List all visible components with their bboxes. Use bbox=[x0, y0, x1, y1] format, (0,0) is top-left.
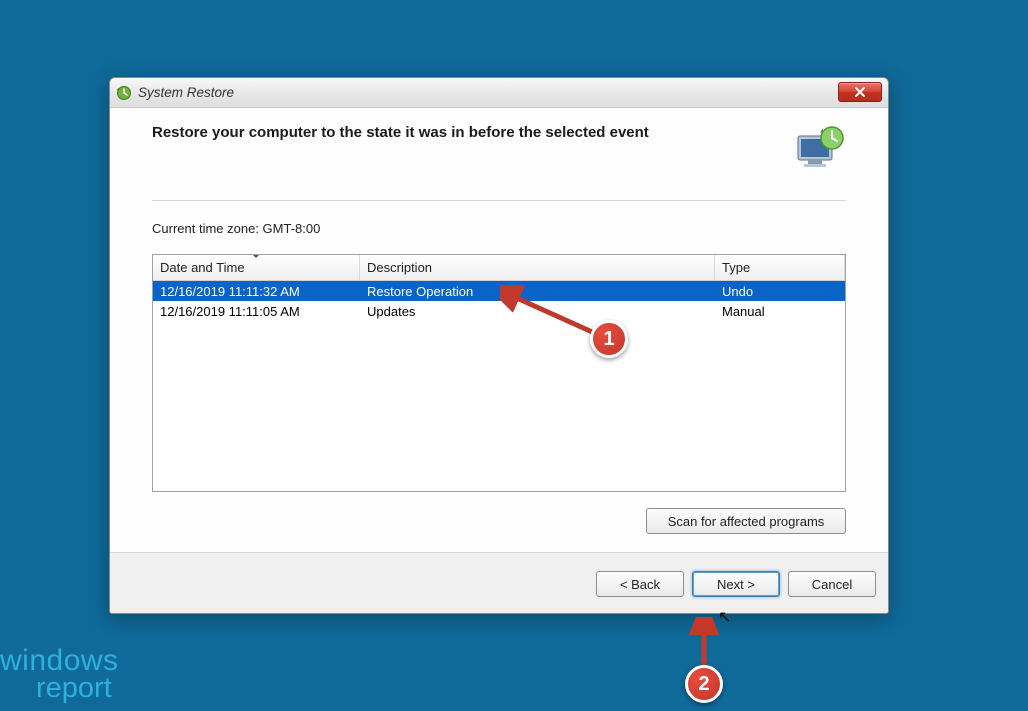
cell-type: Manual bbox=[715, 304, 845, 319]
watermark-line1: windows bbox=[0, 647, 119, 676]
back-button[interactable]: < Back bbox=[596, 571, 684, 597]
column-header-description[interactable]: Description bbox=[360, 255, 715, 280]
divider bbox=[152, 200, 846, 201]
titlebar[interactable]: System Restore bbox=[110, 78, 888, 108]
sort-descending-icon bbox=[252, 254, 260, 258]
page-heading: Restore your computer to the state it wa… bbox=[152, 124, 649, 141]
restore-hero-icon bbox=[790, 124, 846, 172]
restore-point-row[interactable]: 12/16/2019 11:11:05 AMUpdatesManual bbox=[153, 301, 845, 321]
next-button[interactable]: Next > bbox=[692, 571, 780, 597]
timezone-label: Current time zone: GMT-8:00 bbox=[152, 221, 846, 236]
system-restore-icon bbox=[116, 85, 132, 101]
dialog-content: Restore your computer to the state it wa… bbox=[110, 108, 888, 552]
cancel-button[interactable]: Cancel bbox=[788, 571, 876, 597]
close-button[interactable] bbox=[838, 82, 882, 102]
column-header-date[interactable]: Date and Time bbox=[153, 255, 360, 280]
cell-date: 12/16/2019 11:11:05 AM bbox=[153, 304, 360, 319]
window-title: System Restore bbox=[138, 85, 234, 100]
cell-type: Undo bbox=[715, 284, 845, 299]
annotation-badge-2: 2 bbox=[685, 665, 723, 703]
close-icon bbox=[854, 87, 866, 97]
watermark-line2: report bbox=[36, 675, 119, 703]
watermark: windows report bbox=[0, 647, 119, 703]
system-restore-window: System Restore Restore your computer to … bbox=[109, 77, 889, 614]
cell-description: Restore Operation bbox=[360, 284, 715, 299]
list-header: Date and Time Description Type bbox=[153, 255, 845, 281]
annotation-arrow-2 bbox=[684, 617, 724, 687]
column-header-type[interactable]: Type bbox=[715, 255, 845, 280]
cell-description: Updates bbox=[360, 304, 715, 319]
restore-points-list[interactable]: Date and Time Description Type 12/16/201… bbox=[152, 254, 846, 492]
restore-point-row[interactable]: 12/16/2019 11:11:32 AMRestore OperationU… bbox=[153, 281, 845, 301]
cell-date: 12/16/2019 11:11:32 AM bbox=[153, 284, 360, 299]
scan-affected-programs-button[interactable]: Scan for affected programs bbox=[646, 508, 846, 534]
wizard-buttons: < Back Next > Cancel bbox=[110, 552, 888, 613]
